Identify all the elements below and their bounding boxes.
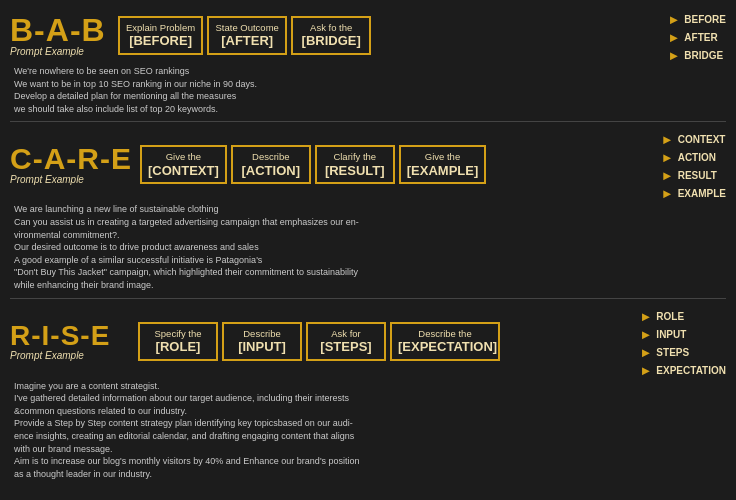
rise-card-steps-bottom: [STEPS]: [314, 339, 378, 355]
rise-label: Prompt Example: [10, 350, 130, 361]
rise-card-role-top: Specify the: [146, 328, 210, 339]
bab-card-before-bottom: [BEFORE]: [126, 33, 195, 49]
rise-card-expectation-bottom: [EXPECTATION]: [398, 339, 492, 355]
bab-left: B-A-B Prompt Example: [10, 14, 110, 57]
rise-label-role: ►ROLE: [639, 309, 726, 324]
care-card-context-bottom: [CONTEXT]: [148, 163, 219, 179]
arrow-icon: ►: [667, 30, 680, 45]
bab-description: We're nowhere to be seen on SEO rankings…: [10, 65, 550, 115]
rise-card-role-bottom: [ROLE]: [146, 339, 210, 355]
care-card-action: Describe [ACTION]: [231, 145, 311, 184]
bab-section: B-A-B Prompt Example Explain Problem [BE…: [10, 8, 726, 115]
bab-label-before: ►BEFORE: [667, 12, 726, 27]
care-card-context: Give the [CONTEXT]: [140, 145, 227, 184]
care-label-context: ►CONTEXT: [661, 132, 726, 147]
divider-2: [10, 298, 726, 299]
rise-label-expectation: ►EXPECTATION: [639, 363, 726, 378]
arrow-icon: ►: [639, 345, 652, 360]
bab-acronym: B-A-B: [10, 14, 110, 46]
care-label-example: ►EXAMPLE: [661, 186, 726, 201]
rise-card-steps: Ask for [STEPS]: [306, 322, 386, 361]
bab-card-bridge-bottom: [BRIDGE]: [299, 33, 363, 49]
care-card-example-bottom: [EXAMPLE]: [407, 163, 479, 179]
rise-card-input-bottom: [INPUT]: [230, 339, 294, 355]
arrow-icon: ►: [639, 327, 652, 342]
rise-section: R-I-S-E Prompt Example Specify the [ROLE…: [10, 305, 726, 481]
bab-card-bridge-top: Ask fo the: [299, 22, 363, 33]
arrow-icon: ►: [639, 309, 652, 324]
rise-card-input: Describe [INPUT]: [222, 322, 302, 361]
care-label-result: ►RESULT: [661, 168, 726, 183]
bab-labels: ►BEFORE ►AFTER ►BRIDGE: [667, 8, 726, 63]
bab-card-bridge: Ask fo the [BRIDGE]: [291, 16, 371, 55]
arrow-icon: ►: [667, 12, 680, 27]
care-card-result-top: Clarify the: [323, 151, 387, 162]
care-card-example: Give the [EXAMPLE]: [399, 145, 487, 184]
care-section: C-A-R-E Prompt Example Give the [CONTEXT…: [10, 128, 726, 291]
care-card-action-top: Describe: [239, 151, 303, 162]
arrow-icon: ►: [639, 363, 652, 378]
rise-card-input-top: Describe: [230, 328, 294, 339]
rise-description: Imagine you are a content strategist. I'…: [10, 380, 550, 481]
rise-label-steps: ►STEPS: [639, 345, 726, 360]
care-cards: Give the [CONTEXT] Describe [ACTION] Cla…: [140, 145, 647, 184]
care-label: Prompt Example: [10, 174, 132, 185]
care-card-result: Clarify the [RESULT]: [315, 145, 395, 184]
care-label-action: ►ACTION: [661, 150, 726, 165]
care-card-action-bottom: [ACTION]: [239, 163, 303, 179]
rise-card-expectation-top: Describe the: [398, 328, 492, 339]
care-labels: ►CONTEXT ►ACTION ►RESULT ►EXAMPLE: [661, 128, 726, 201]
care-description: We are launching a new line of sustainab…: [10, 203, 550, 291]
care-card-context-top: Give the: [148, 151, 219, 162]
rise-acronym: R-I-S-E: [10, 322, 130, 350]
arrow-icon: ►: [667, 48, 680, 63]
care-card-example-top: Give the: [407, 151, 479, 162]
arrow-icon: ►: [661, 150, 674, 165]
bab-card-after-top: State Outcome: [215, 22, 279, 33]
care-acronym: C-A-R-E: [10, 144, 132, 174]
rise-label-input: ►INPUT: [639, 327, 726, 342]
care-card-result-bottom: [RESULT]: [323, 163, 387, 179]
divider-1: [10, 121, 726, 122]
bab-card-after-bottom: [AFTER]: [215, 33, 279, 49]
rise-card-expectation: Describe the [EXPECTATION]: [390, 322, 500, 361]
rise-cards: Specify the [ROLE] Describe [INPUT] Ask …: [138, 322, 625, 361]
rise-card-role: Specify the [ROLE]: [138, 322, 218, 361]
bab-label-after: ►AFTER: [667, 30, 726, 45]
arrow-icon: ►: [661, 168, 674, 183]
bab-card-after: State Outcome [AFTER]: [207, 16, 287, 55]
bab-card-before-top: Explain Problem: [126, 22, 195, 33]
rise-card-steps-top: Ask for: [314, 328, 378, 339]
arrow-icon: ►: [661, 132, 674, 147]
bab-label-bridge: ►BRIDGE: [667, 48, 726, 63]
page: B-A-B Prompt Example Explain Problem [BE…: [0, 0, 736, 500]
care-left: C-A-R-E Prompt Example: [10, 144, 132, 185]
rise-labels: ►ROLE ►INPUT ►STEPS ►EXPECTATION: [639, 305, 726, 378]
rise-left: R-I-S-E Prompt Example: [10, 322, 130, 361]
bab-cards: Explain Problem [BEFORE] State Outcome […: [118, 16, 653, 55]
arrow-icon: ►: [661, 186, 674, 201]
bab-card-before: Explain Problem [BEFORE]: [118, 16, 203, 55]
